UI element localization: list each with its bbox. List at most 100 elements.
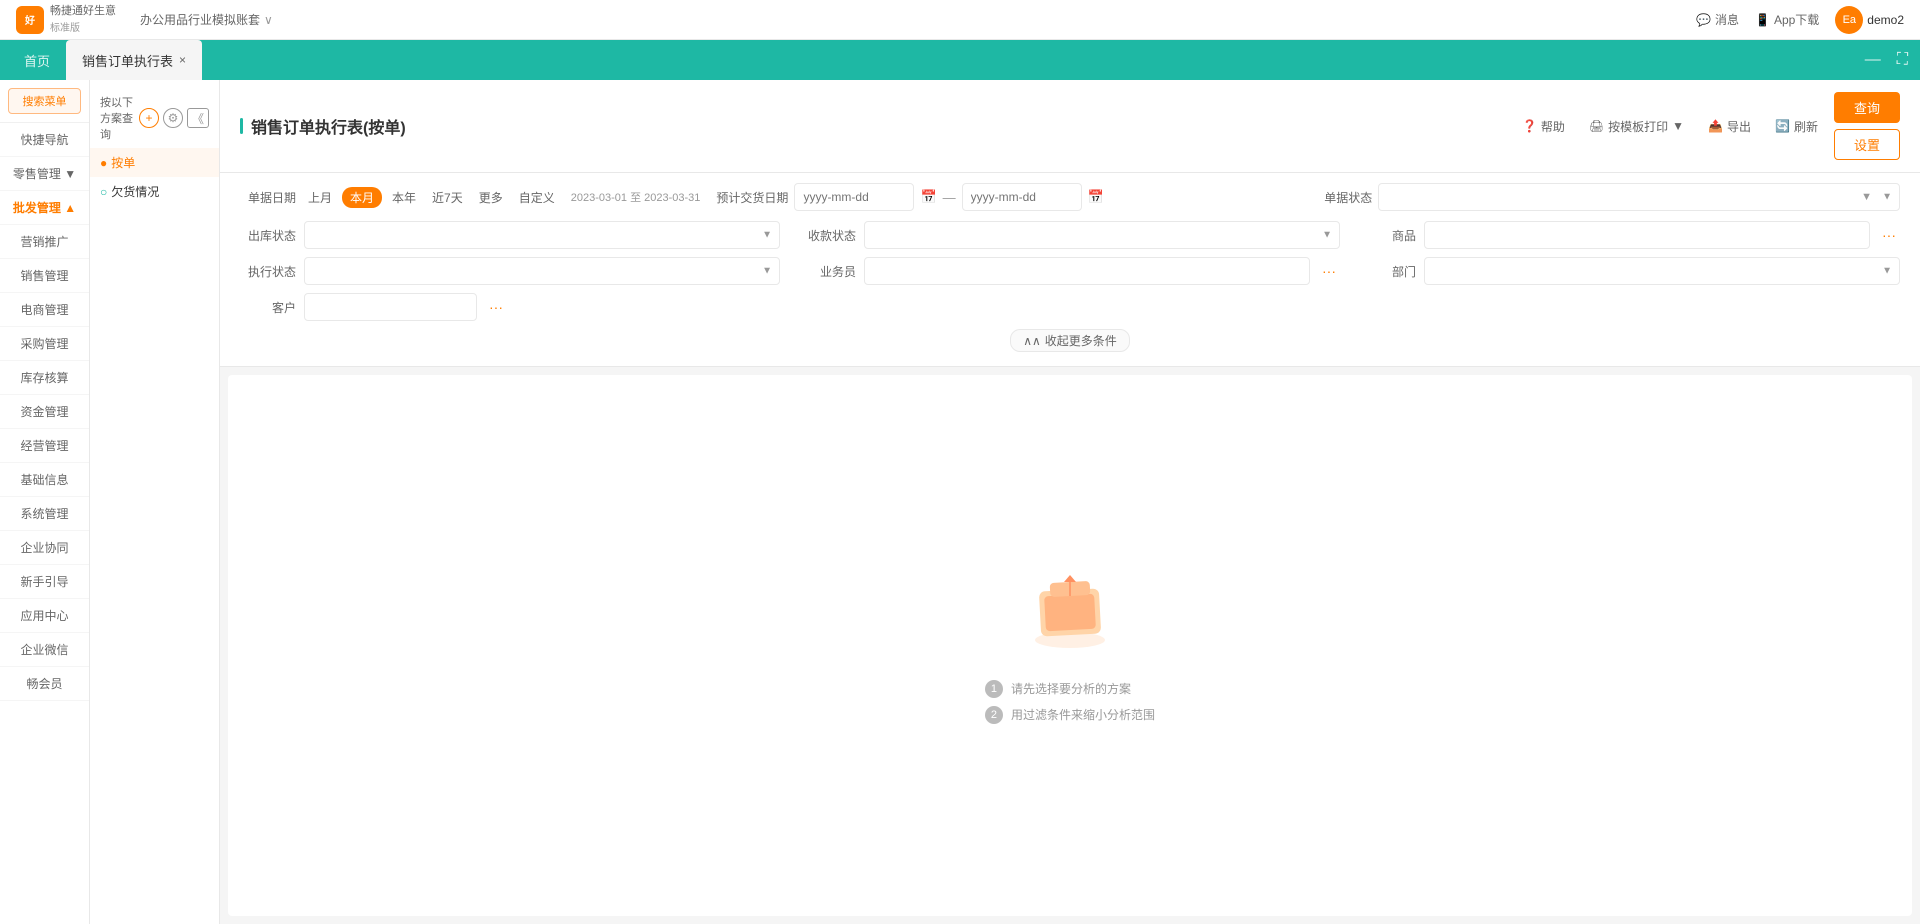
collapse-button[interactable]: ∧∧ 收起更多条件 bbox=[1010, 329, 1130, 352]
date-shortcut-custom[interactable]: 自定义 bbox=[513, 187, 561, 208]
expected-date-end-input[interactable] bbox=[962, 183, 1082, 211]
tab-close-icon[interactable]: × bbox=[179, 53, 186, 67]
date-shortcut-this-year[interactable]: 本年 bbox=[386, 187, 422, 208]
sidebar-item-sales[interactable]: 销售管理 bbox=[0, 259, 89, 293]
receipt-status-label: 收款状态 bbox=[800, 227, 856, 244]
tab-sales-order[interactable]: 销售订单执行表 × bbox=[66, 40, 202, 80]
sidebar-item-enterprise[interactable]: 企业协同 bbox=[0, 531, 89, 565]
user-name: demo2 bbox=[1867, 13, 1904, 27]
customer-input[interactable] bbox=[304, 293, 477, 321]
cal-icon-end[interactable]: 📅 bbox=[1088, 189, 1104, 205]
export-button[interactable]: 📤 导出 bbox=[1700, 114, 1759, 139]
page-actions: ❓ 帮助 🖨 按模板打印 ▼ 📤 导出 🔄 刷新 bbox=[1514, 92, 1900, 160]
filter-row-2: 出库状态 收款状态 bbox=[240, 221, 1900, 249]
filter-row-1: 单据日期 上月 本月 本年 近7天 更多 自定义 2023-03-01 至 20… bbox=[240, 183, 1900, 211]
breadcrumb[interactable]: 办公用品行业模拟账套 ∨ bbox=[140, 11, 273, 28]
sidebar-item-purchase[interactable]: 采购管理 bbox=[0, 327, 89, 361]
sidebar-item-ecommerce[interactable]: 电商管理 bbox=[0, 293, 89, 327]
message-button[interactable]: 💬 消息 bbox=[1696, 11, 1739, 28]
dept-select[interactable] bbox=[1424, 257, 1900, 285]
sidebar-item-wholesale[interactable]: 批发管理 ▲ bbox=[0, 191, 89, 225]
goods-input[interactable] bbox=[1424, 221, 1870, 249]
sidebar-item-apps[interactable]: 应用中心 bbox=[0, 599, 89, 633]
tab-bar: 首页 销售订单执行表 × — ⛶ bbox=[0, 40, 1920, 80]
app-download-icon: 📱 bbox=[1755, 13, 1770, 27]
query-settings-group: 查询 设置 bbox=[1834, 92, 1900, 160]
scheme-active-icon: ● bbox=[100, 156, 107, 170]
sidebar-item-inventory[interactable]: 库存核算 bbox=[0, 361, 89, 395]
empty-step-1: 1 请先选择要分析的方案 bbox=[985, 680, 1155, 698]
sidebar-item-retail[interactable]: 零售管理 ▼ bbox=[0, 157, 89, 191]
scheme-item-by-order[interactable]: ● 按单 bbox=[90, 148, 219, 177]
empty-step1-text: 请先选择要分析的方案 bbox=[1011, 680, 1131, 697]
filter-row-4: 客户 ··· bbox=[240, 293, 1900, 321]
settings-button[interactable]: 设置 bbox=[1834, 129, 1900, 160]
left-panel-actions: + ⚙ 《 bbox=[139, 108, 209, 128]
cal-icon-start[interactable]: 📅 bbox=[920, 189, 936, 205]
scheme-item-label2: 欠货情况 bbox=[111, 183, 159, 200]
tab-minimize-icon[interactable]: — bbox=[1861, 47, 1885, 73]
sidebar-item-vip[interactable]: 畅会员 bbox=[0, 667, 89, 701]
collapse-label: 收起更多条件 bbox=[1045, 332, 1117, 349]
step-num-1: 1 bbox=[985, 680, 1003, 698]
sidebar-item-operations[interactable]: 经营管理 bbox=[0, 429, 89, 463]
collapse-scheme-button[interactable]: 《 bbox=[187, 108, 209, 128]
sidebar-item-system[interactable]: 系统管理 bbox=[0, 497, 89, 531]
date-separator: — bbox=[943, 190, 956, 205]
sidebar-item-marketing[interactable]: 营销推广 bbox=[0, 225, 89, 259]
doc-status-label: 单据状态 bbox=[1316, 189, 1372, 206]
tab-maximize-icon[interactable]: ⛶ bbox=[1893, 47, 1912, 73]
logo-area: 好 畅捷通好生意 标准版 bbox=[16, 5, 116, 33]
logo-subtitle: 标准版 bbox=[50, 19, 116, 34]
tab-home[interactable]: 首页 bbox=[8, 40, 66, 80]
out-status-select[interactable] bbox=[304, 221, 780, 249]
export-icon: 📤 bbox=[1708, 119, 1723, 133]
sidebar-search: 搜索菜单 bbox=[0, 80, 89, 123]
print-button[interactable]: 🖨 按模板打印 ▼ bbox=[1581, 114, 1692, 139]
empty-step2-text: 用过滤条件来缩小分析范围 bbox=[1011, 706, 1155, 723]
print-icon: 🖨 bbox=[1589, 119, 1604, 133]
salesman-picker-btn[interactable]: ··· bbox=[1318, 263, 1340, 279]
salesman-input[interactable] bbox=[864, 257, 1310, 285]
print-label: 按模板打印 bbox=[1608, 118, 1668, 135]
date-shortcut-last-month[interactable]: 上月 bbox=[302, 187, 338, 208]
empty-step-2: 2 用过滤条件来缩小分析范围 bbox=[985, 706, 1155, 724]
exec-status-select[interactable] bbox=[304, 257, 780, 285]
app-download-button[interactable]: 📱 App下载 bbox=[1755, 11, 1819, 28]
receipt-status-select-wrapper bbox=[864, 221, 1340, 249]
sidebar-item-wechat[interactable]: 企业微信 bbox=[0, 633, 89, 667]
sidebar-item-newbie[interactable]: 新手引导 bbox=[0, 565, 89, 599]
date-shortcut-7days[interactable]: 近7天 bbox=[426, 187, 469, 208]
date-shortcut-this-month[interactable]: 本月 bbox=[342, 187, 382, 208]
doc-status-select[interactable] bbox=[1378, 183, 1900, 211]
sidebar-item-shortcut[interactable]: 快捷导航 bbox=[0, 123, 89, 157]
sidebar-item-basics[interactable]: 基础信息 bbox=[0, 463, 89, 497]
receipt-status-select[interactable] bbox=[864, 221, 1340, 249]
left-panel-title: 按以下方案查询 bbox=[100, 94, 139, 142]
goods-picker-btn[interactable]: ··· bbox=[1878, 227, 1900, 243]
help-button[interactable]: ❓ 帮助 bbox=[1514, 114, 1573, 139]
user-profile[interactable]: Ea demo2 bbox=[1835, 6, 1904, 34]
scheme-inactive-icon: ○ bbox=[100, 185, 107, 199]
date-filter-group: 单据日期 上月 本月 本年 近7天 更多 自定义 2023-03-01 至 20… bbox=[240, 187, 700, 208]
search-menu-button[interactable]: 搜索菜单 bbox=[8, 88, 81, 114]
date-shortcut-more[interactable]: 更多 bbox=[473, 187, 509, 208]
tab-home-label: 首页 bbox=[24, 51, 50, 70]
expected-date-start-input[interactable] bbox=[794, 183, 914, 211]
query-button[interactable]: 查询 bbox=[1834, 92, 1900, 123]
customer-filter: 客户 ··· bbox=[240, 293, 507, 321]
settings-scheme-button[interactable]: ⚙ bbox=[163, 108, 183, 128]
date-range-display: 2023-03-01 至 2023-03-31 bbox=[571, 189, 701, 205]
scheme-item-label: 按单 bbox=[111, 154, 135, 171]
date-filter-label: 单据日期 bbox=[240, 189, 296, 206]
refresh-button[interactable]: 🔄 刷新 bbox=[1767, 114, 1826, 139]
exec-status-filter: 执行状态 bbox=[240, 257, 780, 285]
scheme-item-shortage[interactable]: ○ 欠货情况 bbox=[90, 177, 219, 206]
left-panel-header: 按以下方案查询 + ⚙ 《 bbox=[90, 88, 219, 148]
date-shortcuts: 上月 本月 本年 近7天 更多 自定义 bbox=[302, 187, 561, 208]
customer-picker-btn[interactable]: ··· bbox=[485, 299, 507, 315]
sidebar-item-finance[interactable]: 资金管理 bbox=[0, 395, 89, 429]
export-label: 导出 bbox=[1727, 118, 1751, 135]
add-scheme-button[interactable]: + bbox=[139, 108, 159, 128]
refresh-label: 刷新 bbox=[1794, 118, 1818, 135]
